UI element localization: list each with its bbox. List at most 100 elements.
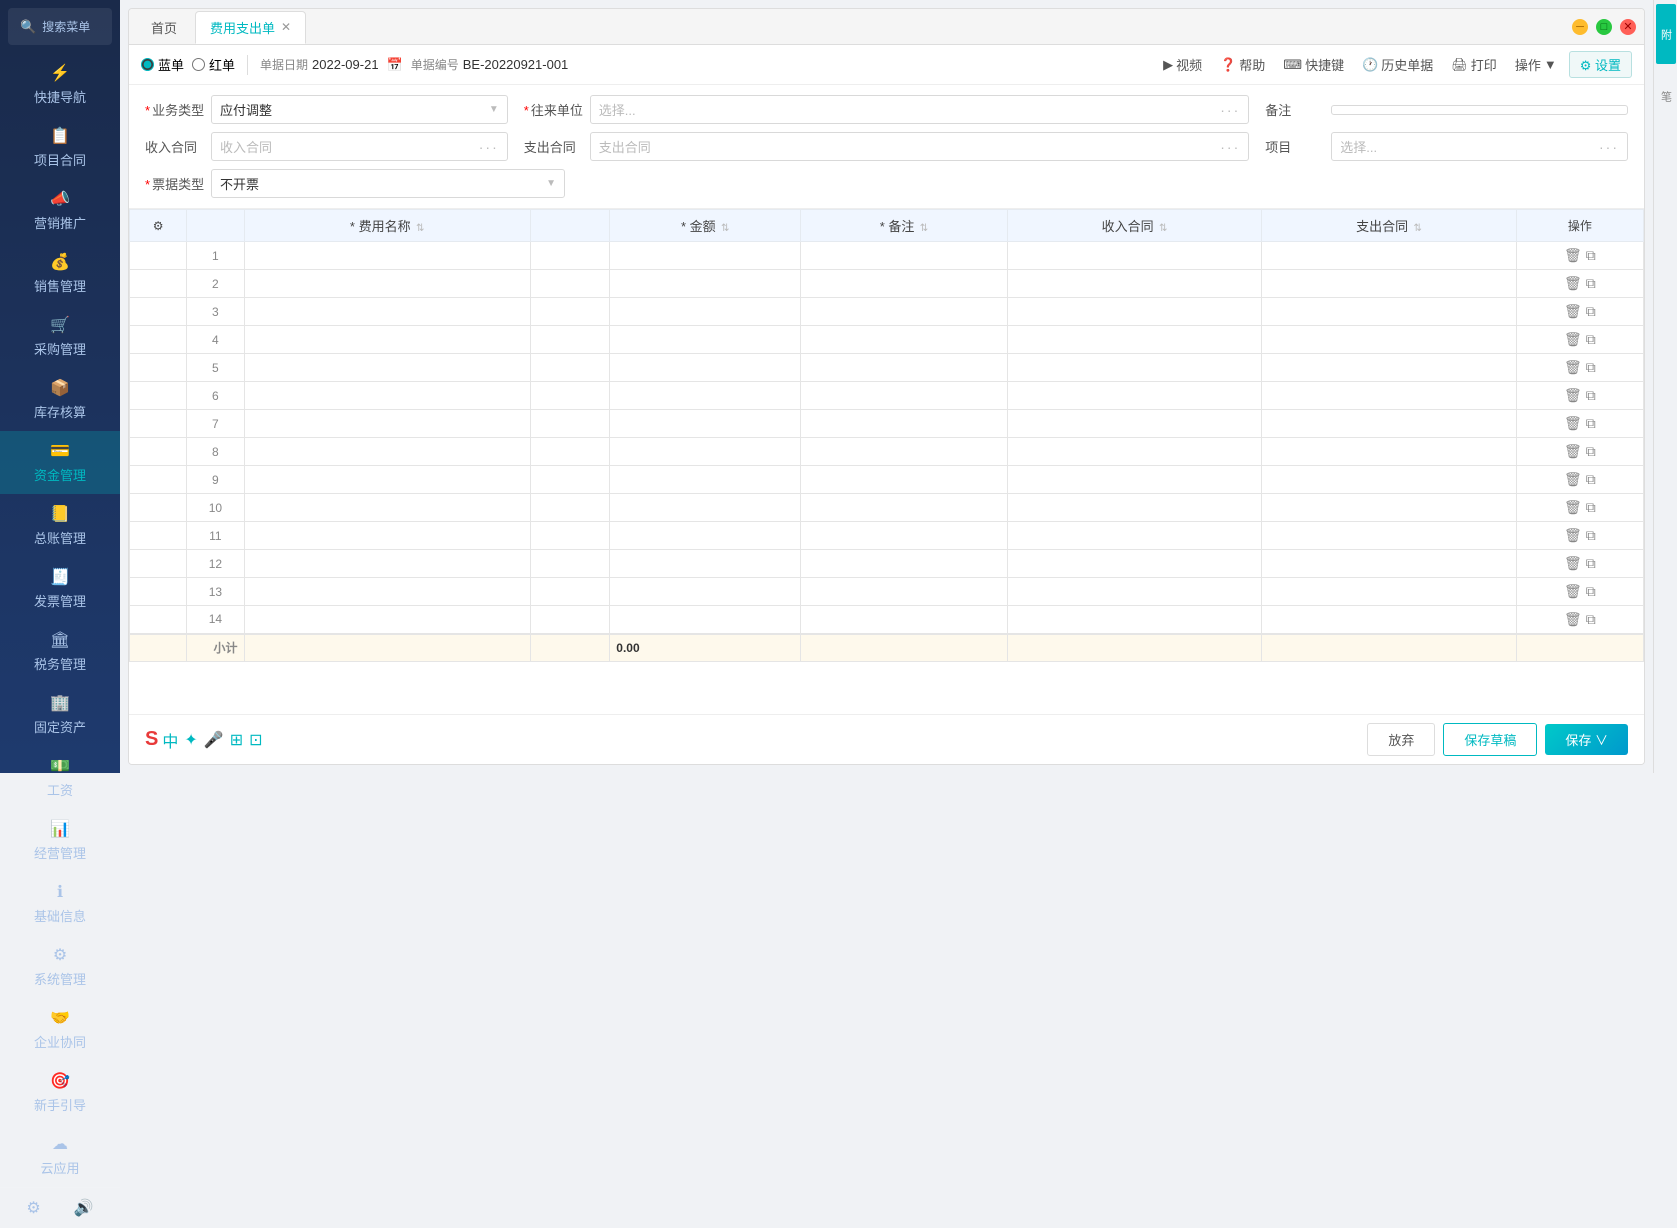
maximize-btn[interactable]: □ — [1596, 19, 1612, 35]
sidebar-item-inventory[interactable]: 📦库存核算 — [0, 368, 120, 431]
row-amount-cell[interactable] — [610, 466, 801, 494]
row-name-cell[interactable] — [244, 382, 530, 410]
volume-icon[interactable]: 🔊 — [74, 1198, 94, 1218]
col-income-header[interactable]: 收入合同 ⇅ — [1007, 210, 1261, 242]
history-btn[interactable]: 🕐 历史单据 — [1356, 52, 1439, 77]
sidebar-item-enterprise[interactable]: 🤝企业协同 — [0, 998, 120, 1061]
row-copy-icon[interactable]: ⧉ — [1586, 527, 1596, 544]
row-income-cell[interactable] — [1007, 410, 1261, 438]
row-expense-cell[interactable] — [1262, 382, 1516, 410]
video-btn[interactable]: ▶ 视频 — [1157, 52, 1208, 77]
row-name-cell[interactable] — [244, 494, 530, 522]
brand-icon1[interactable]: 中 — [162, 728, 178, 752]
row-amount-cell[interactable] — [610, 578, 801, 606]
row-income-cell[interactable] — [1007, 466, 1261, 494]
row-income-cell[interactable] — [1007, 578, 1261, 606]
sidebar-item-payroll[interactable]: 💵工资 — [0, 746, 120, 809]
row-income-cell[interactable] — [1007, 326, 1261, 354]
row-delete-icon[interactable]: 🗑 — [1564, 387, 1582, 404]
row-income-cell[interactable] — [1007, 382, 1261, 410]
print-btn[interactable]: 🖨 打印 — [1445, 52, 1503, 77]
row-amount-cell[interactable] — [610, 606, 801, 634]
row-income-cell[interactable] — [1007, 242, 1261, 270]
more-icon[interactable]: ··· — [1220, 102, 1240, 118]
save-button[interactable]: 保存 ∨ — [1545, 724, 1628, 755]
sidebar-item-purchase-mgmt[interactable]: 🛒采购管理 — [0, 305, 120, 368]
row-copy-icon[interactable]: ⧉ — [1586, 415, 1596, 432]
sidebar-item-newcomer[interactable]: 🎯新手引导 — [0, 1061, 120, 1124]
row-name-cell[interactable] — [244, 522, 530, 550]
col-settings-header[interactable]: ⚙ — [130, 210, 187, 242]
sidebar-item-basic-info[interactable]: ℹ基础信息 — [0, 872, 120, 935]
row-delete-icon[interactable]: 🗑 — [1564, 611, 1582, 628]
row-amount-cell[interactable] — [610, 410, 801, 438]
row-delete-icon[interactable]: 🗑 — [1564, 583, 1582, 600]
row-note-cell[interactable] — [801, 354, 1008, 382]
tab-close-expense-form[interactable]: ✕ — [281, 20, 291, 34]
row-name-cell[interactable] — [244, 550, 530, 578]
blue-radio[interactable]: 蓝单 — [141, 55, 184, 74]
row-delete-icon[interactable]: 🗑 — [1564, 275, 1582, 292]
minimize-btn[interactable]: ─ — [1572, 19, 1588, 35]
operation-btn[interactable]: 操作 ▼ — [1509, 52, 1563, 77]
row-expense-cell[interactable] — [1262, 466, 1516, 494]
biz-type-select[interactable]: 应付调整 ▼ — [211, 95, 508, 124]
row-income-cell[interactable] — [1007, 270, 1261, 298]
expense-contract-input[interactable]: 支出合同 ··· — [590, 132, 1250, 161]
row-amount-cell[interactable] — [610, 550, 801, 578]
row-expense-cell[interactable] — [1262, 438, 1516, 466]
sidebar-item-quick-nav[interactable]: ⚡快捷导航 — [0, 53, 120, 116]
row-income-cell[interactable] — [1007, 354, 1261, 382]
row-expense-cell[interactable] — [1262, 522, 1516, 550]
sidebar-item-accounting[interactable]: 📒总账管理 — [0, 494, 120, 557]
row-delete-icon[interactable]: 🗑 — [1564, 331, 1582, 348]
row-amount-cell[interactable] — [610, 522, 801, 550]
row-copy-icon[interactable]: ⧉ — [1586, 583, 1596, 600]
sidebar-item-cloud-apps[interactable]: ☁云应用 — [0, 1124, 120, 1187]
row-amount-cell[interactable] — [610, 242, 801, 270]
discard-button[interactable]: 放弃 — [1367, 723, 1435, 756]
row-delete-icon[interactable]: 🗑 — [1564, 359, 1582, 376]
row-name-cell[interactable] — [244, 354, 530, 382]
row-note-cell[interactable] — [801, 382, 1008, 410]
row-note-cell[interactable] — [801, 298, 1008, 326]
settings-icon[interactable]: ⚙ — [26, 1198, 40, 1218]
row-note-cell[interactable] — [801, 578, 1008, 606]
row-expense-cell[interactable] — [1262, 410, 1516, 438]
row-income-cell[interactable] — [1007, 522, 1261, 550]
sidebar-item-operations[interactable]: 📊经营管理 — [0, 809, 120, 872]
row-income-cell[interactable] — [1007, 298, 1261, 326]
row-expense-cell[interactable] — [1262, 606, 1516, 634]
row-delete-icon[interactable]: 🗑 — [1564, 471, 1582, 488]
sidebar-item-system-mgmt[interactable]: ⚙系统管理 — [0, 935, 120, 998]
project-input[interactable]: 选择... ··· — [1331, 132, 1628, 161]
row-copy-icon[interactable]: ⧉ — [1586, 499, 1596, 516]
sidebar-item-invoice-mgmt[interactable]: 🧾发票管理 — [0, 557, 120, 620]
row-expense-cell[interactable] — [1262, 326, 1516, 354]
right-panel-note[interactable]: 笔 — [1656, 66, 1676, 126]
row-note-cell[interactable] — [801, 522, 1008, 550]
row-copy-icon[interactable]: ⧉ — [1586, 359, 1596, 376]
brand-icon5[interactable]: ⊡ — [249, 730, 262, 750]
row-expense-cell[interactable] — [1262, 354, 1516, 382]
help-btn[interactable]: ❓ 帮助 — [1214, 52, 1271, 77]
row-copy-icon[interactable]: ⧉ — [1586, 331, 1596, 348]
sidebar-item-sales-mgmt[interactable]: 💰销售管理 — [0, 242, 120, 305]
row-amount-cell[interactable] — [610, 438, 801, 466]
row-delete-icon[interactable]: 🗑 — [1564, 415, 1582, 432]
close-btn[interactable]: ✕ — [1620, 19, 1636, 35]
row-name-cell[interactable] — [244, 326, 530, 354]
row-note-cell[interactable] — [801, 466, 1008, 494]
right-panel-attach[interactable]: 附 — [1656, 4, 1676, 64]
row-delete-icon[interactable]: 🗑 — [1564, 527, 1582, 544]
sidebar-item-marketing[interactable]: 📣营销推广 — [0, 179, 120, 242]
row-income-cell[interactable] — [1007, 606, 1261, 634]
row-copy-icon[interactable]: ⧉ — [1586, 247, 1596, 264]
row-expense-cell[interactable] — [1262, 550, 1516, 578]
row-delete-icon[interactable]: 🗑 — [1564, 247, 1582, 264]
row-amount-cell[interactable] — [610, 494, 801, 522]
col-amount-header[interactable]: * 金额 ⇅ — [610, 210, 801, 242]
row-note-cell[interactable] — [801, 242, 1008, 270]
row-delete-icon[interactable]: 🗑 — [1564, 555, 1582, 572]
row-note-cell[interactable] — [801, 270, 1008, 298]
